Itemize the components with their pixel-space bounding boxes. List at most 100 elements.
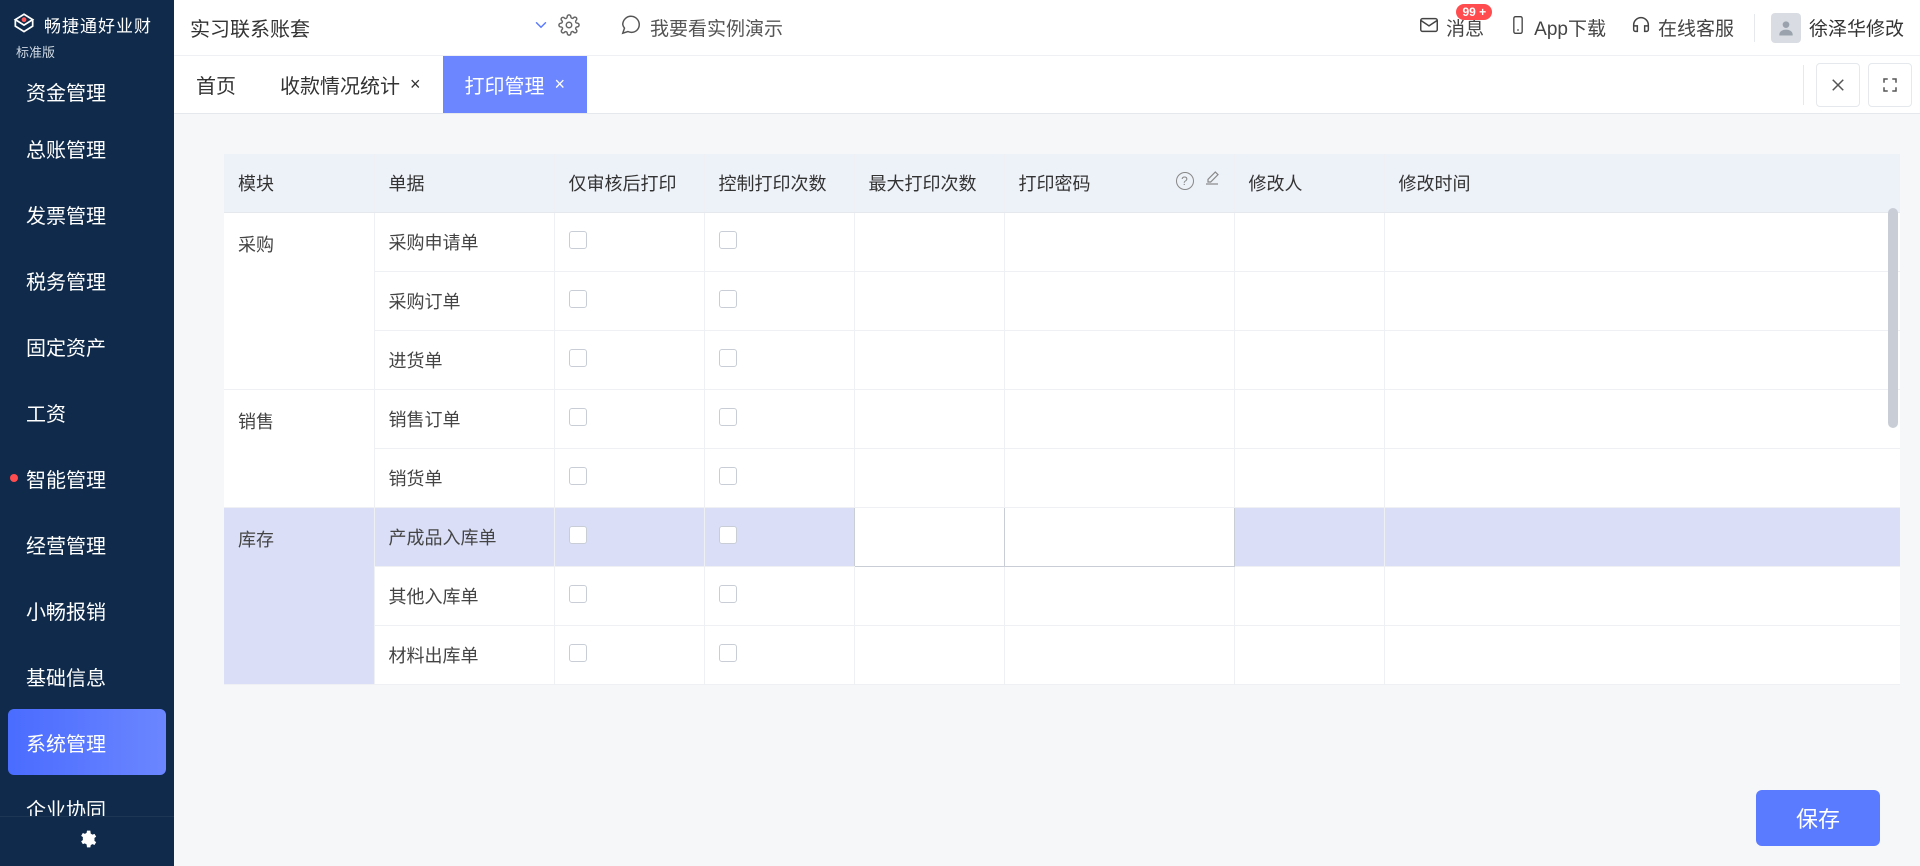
doc-cell: 产成品入库单 xyxy=(374,508,554,567)
checkbox[interactable] xyxy=(719,231,737,249)
sidebar-item-10[interactable]: 企业协同 xyxy=(0,775,174,816)
chevron-down-icon xyxy=(532,16,550,40)
checkbox[interactable] xyxy=(569,349,587,367)
sidebar-item-7[interactable]: 小畅报销 xyxy=(0,577,174,643)
col-module: 模块 xyxy=(224,154,374,213)
print-password-cell xyxy=(1004,626,1234,685)
col-max: 最大打印次数 xyxy=(854,154,1004,213)
close-icon[interactable]: × xyxy=(555,74,566,95)
print-password-cell xyxy=(1004,390,1234,449)
account-name: 实习联系账套 xyxy=(190,13,310,42)
modified-by-cell xyxy=(1234,567,1384,626)
app-download-label: App下载 xyxy=(1534,14,1606,41)
brand-edition: 标准版 xyxy=(0,42,174,61)
messages-badge: 99 + xyxy=(1456,4,1492,20)
max-prints-cell[interactable] xyxy=(854,508,1004,567)
sidebar-item-0[interactable]: 总账管理 xyxy=(0,115,174,181)
doc-cell: 销货单 xyxy=(374,449,554,508)
sidebar-item-2[interactable]: 税务管理 xyxy=(0,247,174,313)
print-settings-table: 模块 单据 仅审核后打印 控制打印次数 最大打印次数 打印密码 ? xyxy=(224,154,1900,685)
help-icon[interactable]: ? xyxy=(1176,172,1194,190)
chat-bubble-icon xyxy=(620,14,642,42)
avatar[interactable] xyxy=(1771,13,1801,43)
sidebar-item-6[interactable]: 经营管理 xyxy=(0,511,174,577)
modified-by-cell xyxy=(1234,390,1384,449)
checkbox[interactable] xyxy=(569,467,587,485)
table-row: 销货单 xyxy=(224,449,1900,508)
close-icon[interactable]: × xyxy=(410,74,421,95)
modified-by-cell xyxy=(1234,508,1384,567)
print-password-cell xyxy=(1004,272,1234,331)
sidebar-item-3[interactable]: 固定资产 xyxy=(0,313,174,379)
print-password-cell[interactable] xyxy=(1004,508,1234,567)
demo-link[interactable]: 我要看实例演示 xyxy=(620,14,783,42)
table-row: 采购订单 xyxy=(224,272,1900,331)
username[interactable]: 徐泽华修改 xyxy=(1809,14,1904,41)
table-row: 销售销售订单 xyxy=(224,390,1900,449)
checkbox[interactable] xyxy=(569,290,587,308)
account-selector[interactable]: 实习联系账套 xyxy=(190,13,550,42)
sidebar-settings[interactable] xyxy=(0,816,174,866)
sidebar-nav: 资金管理 总账管理 发票管理 税务管理 固定资产 工资 智能管理 经营管理 小畅… xyxy=(0,67,174,816)
modified-time-cell xyxy=(1384,272,1900,331)
tabs-actions xyxy=(1799,56,1920,113)
sidebar-item-8[interactable]: 基础信息 xyxy=(0,643,174,709)
checkbox[interactable] xyxy=(569,408,587,426)
checkbox[interactable] xyxy=(719,408,737,426)
table-row: 进货单 xyxy=(224,331,1900,390)
checkbox[interactable] xyxy=(569,526,587,544)
doc-cell: 采购申请单 xyxy=(374,213,554,272)
print-password-cell xyxy=(1004,213,1234,272)
edit-icon[interactable] xyxy=(1204,170,1220,191)
table-row: 材料出库单 xyxy=(224,626,1900,685)
checkbox[interactable] xyxy=(719,467,737,485)
app-download-button[interactable]: App下载 xyxy=(1508,14,1606,42)
support-button[interactable]: 在线客服 xyxy=(1630,14,1734,42)
tab-home[interactable]: 首页 xyxy=(174,56,258,113)
module-cell: 销售 xyxy=(224,390,374,508)
sidebar-item-1[interactable]: 发票管理 xyxy=(0,181,174,247)
support-label: 在线客服 xyxy=(1658,14,1734,41)
account-settings-icon[interactable] xyxy=(558,14,580,41)
tab-receipts-stats[interactable]: 收款情况统计 × xyxy=(258,56,443,113)
modified-by-cell xyxy=(1234,331,1384,390)
max-prints-cell xyxy=(854,272,1004,331)
demo-label: 我要看实例演示 xyxy=(650,14,783,41)
checkbox[interactable] xyxy=(569,231,587,249)
tab-print-management[interactable]: 打印管理 × xyxy=(443,56,588,113)
messages-button[interactable]: 消息 99 + xyxy=(1418,14,1484,42)
checkbox[interactable] xyxy=(719,290,737,308)
checkbox[interactable] xyxy=(719,349,737,367)
modified-by-cell xyxy=(1234,449,1384,508)
checkbox[interactable] xyxy=(569,585,587,603)
doc-cell: 采购订单 xyxy=(374,272,554,331)
sidebar-item-4[interactable]: 工资 xyxy=(0,379,174,445)
modified-time-cell xyxy=(1384,567,1900,626)
scrollbar[interactable] xyxy=(1888,208,1898,428)
table-header-row: 模块 单据 仅审核后打印 控制打印次数 最大打印次数 打印密码 ? xyxy=(224,154,1900,213)
brand: 畅捷通好业财 xyxy=(0,0,174,42)
checkbox[interactable] xyxy=(719,644,737,662)
fullscreen-button[interactable] xyxy=(1868,63,1912,107)
close-all-tabs-button[interactable] xyxy=(1816,63,1860,107)
phone-icon xyxy=(1508,14,1528,42)
max-prints-cell xyxy=(854,626,1004,685)
sidebar-item-5[interactable]: 智能管理 xyxy=(0,445,174,511)
module-cell: 采购 xyxy=(224,213,374,390)
gear-icon xyxy=(77,829,97,855)
checkbox[interactable] xyxy=(719,585,737,603)
headset-icon xyxy=(1630,14,1652,42)
modified-by-cell xyxy=(1234,213,1384,272)
modified-time-cell xyxy=(1384,213,1900,272)
max-prints-cell xyxy=(854,331,1004,390)
checkbox[interactable] xyxy=(569,644,587,662)
table-row: 采购采购申请单 xyxy=(224,213,1900,272)
checkbox[interactable] xyxy=(719,526,737,544)
save-button[interactable]: 保存 xyxy=(1756,790,1880,846)
col-ctrl: 控制打印次数 xyxy=(704,154,854,213)
sidebar-item-9[interactable]: 系统管理 xyxy=(8,709,166,775)
sidebar-item-partial[interactable]: 资金管理 xyxy=(0,67,174,115)
max-prints-cell xyxy=(854,567,1004,626)
modified-by-cell xyxy=(1234,626,1384,685)
modified-time-cell xyxy=(1384,390,1900,449)
